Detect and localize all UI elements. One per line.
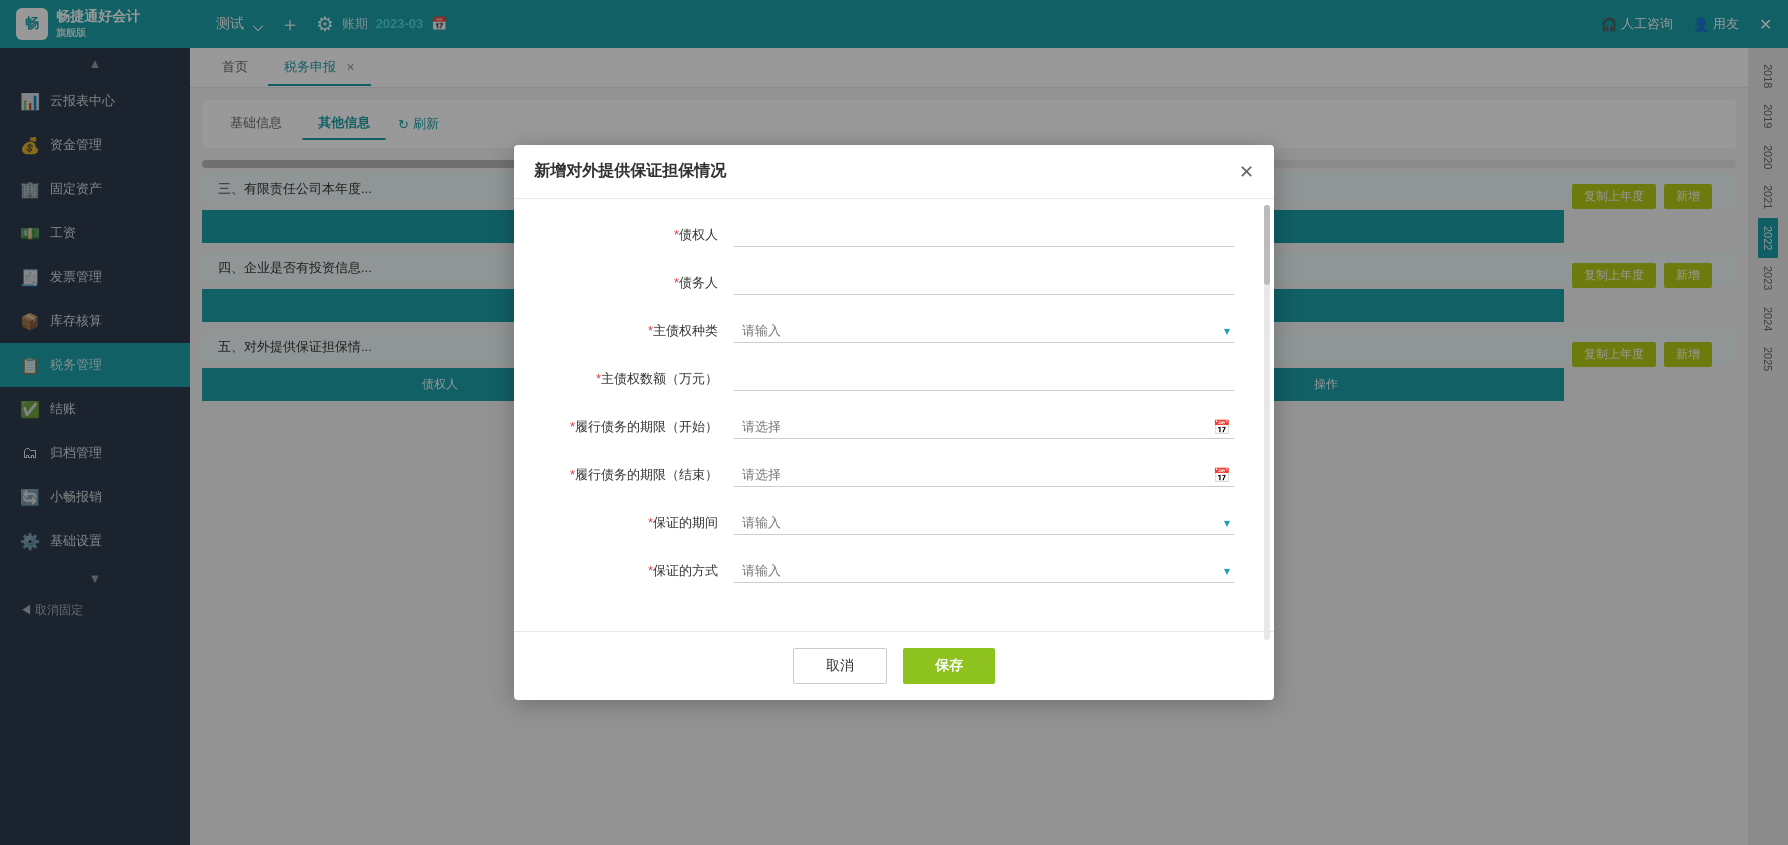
modal-overlay[interactable]: 新增对外提供保证担保情况 ✕ *债权人 *债务人 *主债权种类 — [0, 0, 1788, 845]
modal-save-btn[interactable]: 保存 — [903, 648, 995, 684]
input-creditor[interactable] — [734, 223, 1234, 247]
form-row-guarantee-period: *保证的期间 ▾ — [554, 511, 1234, 535]
modal-header: 新增对外提供保证担保情况 ✕ — [514, 145, 1274, 199]
label-debt-amount: *主债权数额（万元） — [554, 370, 734, 388]
form-row-debt-type: *主债权种类 ▾ — [554, 319, 1234, 343]
chevron-guarantee-method: ▾ — [1224, 564, 1234, 578]
select-guarantee-period[interactable]: ▾ — [734, 511, 1234, 535]
modal-close-btn[interactable]: ✕ — [1239, 163, 1254, 181]
modal-scrollbar[interactable] — [1264, 205, 1270, 640]
label-date-end: *履行债务的期限（结束） — [554, 466, 734, 484]
form-row-date-start: *履行债务的期限（开始） 📅 — [554, 415, 1234, 439]
modal-scrollbar-thumb — [1264, 205, 1270, 285]
label-debtor: *债务人 — [554, 274, 734, 292]
date-end-wrapper[interactable]: 📅 — [734, 463, 1234, 487]
calendar-start-icon: 📅 — [1213, 419, 1234, 435]
chevron-debt-type: ▾ — [1224, 324, 1234, 338]
calendar-end-icon: 📅 — [1213, 467, 1234, 483]
label-date-start: *履行债务的期限（开始） — [554, 418, 734, 436]
modal-dialog: 新增对外提供保证担保情况 ✕ *债权人 *债务人 *主债权种类 — [514, 145, 1274, 700]
input-date-end[interactable] — [734, 463, 1213, 486]
select-guarantee-method[interactable]: ▾ — [734, 559, 1234, 583]
modal-cancel-btn[interactable]: 取消 — [793, 648, 887, 684]
form-row-date-end: *履行债务的期限（结束） 📅 — [554, 463, 1234, 487]
modal-title: 新增对外提供保证担保情况 — [534, 161, 726, 182]
modal-body: *债权人 *债务人 *主债权种类 ▾ — [514, 199, 1274, 631]
input-debt-amount[interactable] — [734, 367, 1234, 391]
form-row-debtor: *债务人 — [554, 271, 1234, 295]
label-debt-type: *主债权种类 — [554, 322, 734, 340]
input-debt-type[interactable] — [734, 319, 1224, 342]
input-date-start[interactable] — [734, 415, 1213, 438]
input-guarantee-period[interactable] — [734, 511, 1224, 534]
select-debt-type[interactable]: ▾ — [734, 319, 1234, 343]
input-guarantee-method[interactable] — [734, 559, 1224, 582]
input-debtor[interactable] — [734, 271, 1234, 295]
date-start-wrapper[interactable]: 📅 — [734, 415, 1234, 439]
chevron-guarantee-period: ▾ — [1224, 516, 1234, 530]
label-guarantee-period: *保证的期间 — [554, 514, 734, 532]
form-row-guarantee-method: *保证的方式 ▾ — [554, 559, 1234, 583]
modal-footer: 取消 保存 — [514, 631, 1274, 700]
form-row-creditor: *债权人 — [554, 223, 1234, 247]
form-row-debt-amount: *主债权数额（万元） — [554, 367, 1234, 391]
label-creditor: *债权人 — [554, 226, 734, 244]
label-guarantee-method: *保证的方式 — [554, 562, 734, 580]
